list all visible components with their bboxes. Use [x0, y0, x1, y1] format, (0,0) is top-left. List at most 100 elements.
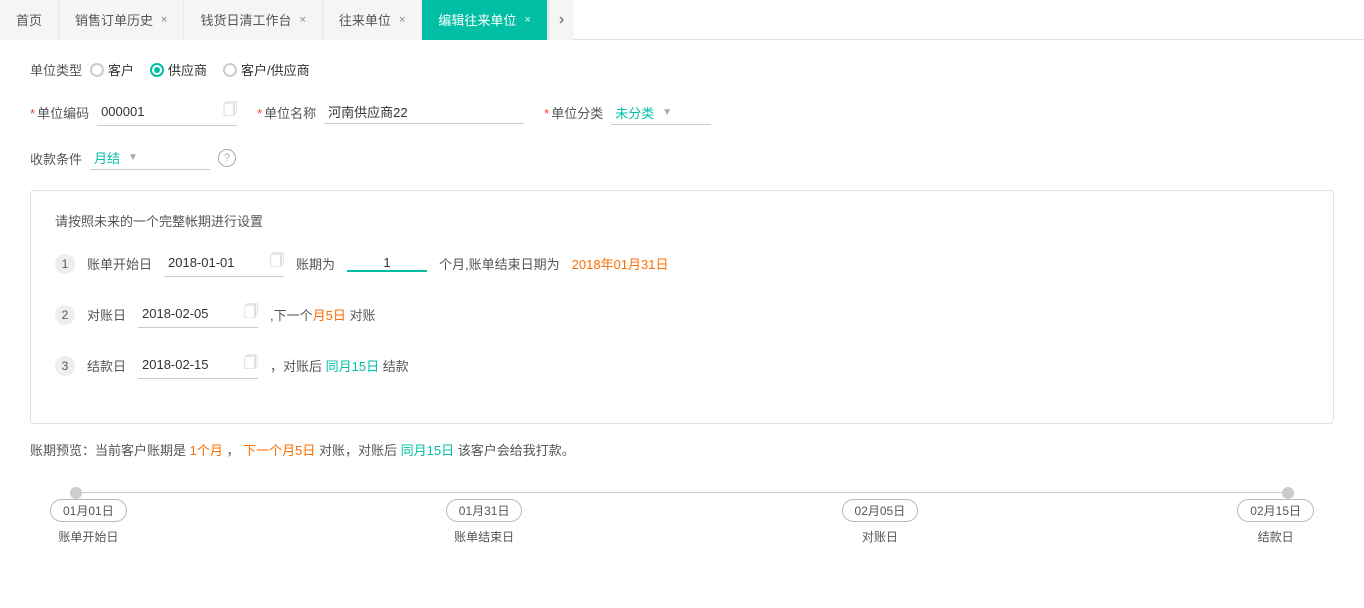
unit-type-row: 单位类型 客户 供应商 客户/供应商 — [30, 60, 1334, 79]
step-1-date-input[interactable] — [164, 253, 264, 272]
timeline-label-2: 对账日 — [862, 528, 898, 545]
step-3-calendar-icon[interactable]: 🗍 — [244, 352, 258, 376]
timeline-item-3: 02月15日 结款日 — [1237, 483, 1314, 545]
period-box: 请按照未来的一个完整帐期进行设置 1 账单开始日 🗍 账期为 个月,账单结束日期… — [30, 190, 1334, 424]
period-row-1: 1 账单开始日 🗍 账期为 个月,账单结束日期为 2018年01月31日 — [55, 250, 1309, 277]
step-3-date-wrapper: 🗍 — [138, 352, 258, 379]
timeline-item-2: 02月05日 对账日 — [842, 483, 919, 545]
step-2-label: 对账日 — [87, 305, 126, 324]
unit-category-chevron: ▼ — [662, 107, 672, 118]
timeline-spacer-1 — [479, 483, 489, 493]
unit-type-item: 单位类型 客户 供应商 客户/供应商 — [30, 60, 310, 79]
unit-category-item: *单位分类 未分类 ▼ — [544, 101, 711, 125]
radio-supplier-label: 供应商 — [168, 60, 207, 79]
period-row-3: 3 结款日 🗍 ，对账后 同月15日 结款 — [55, 352, 1309, 379]
radio-both-circle — [223, 63, 237, 77]
timeline-item-0: 01月01日 账单开始日 — [50, 483, 127, 545]
radio-both[interactable]: 客户/供应商 — [223, 60, 310, 79]
step-3-date-input[interactable] — [138, 355, 238, 374]
tab-scroll-right[interactable]: › — [548, 0, 574, 40]
preview-part3: 同月15日 — [401, 443, 454, 458]
unit-code-input[interactable] — [97, 102, 217, 121]
tab-home[interactable]: 首页 — [0, 0, 59, 40]
unit-type-radio-group: 客户 供应商 客户/供应商 — [90, 60, 310, 79]
tab-edit-partner-label: 编辑往来单位 — [438, 10, 516, 29]
step-2-desc: ,下一个月5日 对账 — [270, 305, 375, 324]
timeline-container: 01月01日 账单开始日 01月31日 账单结束日 02月05日 对账日 02月… — [30, 483, 1334, 545]
tab-cashflow[interactable]: 钱货日清工作台 × — [184, 0, 322, 40]
timeline-spacer-2 — [875, 483, 885, 493]
unit-code-icon[interactable]: 🗍 — [223, 99, 237, 123]
tab-cashflow-label: 钱货日清工作台 — [200, 10, 291, 29]
timeline-label-0: 账单开始日 — [58, 528, 118, 545]
unit-details-row: *单位编码 🗍 *单位名称 *单位分类 未分类 ▼ — [30, 99, 1334, 126]
step-1-month-suffix: 个月,账单结束日期为 — [439, 254, 560, 273]
tab-edit-partner[interactable]: 编辑往来单位 × — [422, 0, 547, 40]
tab-sales-history-label: 销售订单历史 — [75, 10, 153, 29]
tab-edit-partner-close[interactable]: × — [524, 14, 530, 26]
tabs-bar: 首页 销售订单历史 × 钱货日清工作台 × 往来单位 × 编辑往来单位 × › — [0, 0, 1364, 40]
unit-name-input-wrapper — [324, 102, 524, 124]
timeline-tag-1: 01月31日 — [446, 499, 523, 522]
tab-sales-history[interactable]: 销售订单历史 × — [59, 0, 184, 40]
tab-cashflow-close[interactable]: × — [299, 14, 305, 26]
timeline-label-1: 账单结束日 — [454, 528, 514, 545]
unit-category-value: 未分类 — [615, 103, 654, 122]
timeline-item-1: 01月31日 账单结束日 — [446, 483, 523, 545]
step-1-calendar-icon[interactable]: 🗍 — [270, 250, 284, 274]
step-1-num: 1 — [55, 254, 75, 274]
payment-terms-value: 月结 — [94, 148, 120, 167]
timeline-tag-3: 02月15日 — [1237, 499, 1314, 522]
tab-partner-label: 往来单位 — [339, 10, 391, 29]
step-1-date-wrapper: 🗍 — [164, 250, 284, 277]
tab-home-label: 首页 — [16, 10, 42, 29]
step-2-date-input[interactable] — [138, 304, 238, 323]
preview-middle2: 对账，对账后 — [319, 443, 397, 458]
radio-customer-label: 客户 — [108, 60, 134, 79]
unit-name-star: * — [257, 106, 262, 121]
payment-terms-select[interactable]: 月结 ▼ — [90, 146, 210, 170]
preview-part1: 1个月 — [190, 443, 223, 458]
preview-part2: 下一个月5日 — [243, 443, 315, 458]
unit-category-star: * — [544, 106, 549, 121]
preview-section: 账期预览：当前客户账期是 1个月 ， 下一个月5日 对账，对账后 同月15日 该… — [30, 440, 1334, 459]
period-box-title: 请按照未来的一个完整帐期进行设置 — [55, 211, 1309, 230]
step-3-desc: ，对账后 同月15日 结款 — [270, 356, 409, 375]
step-2-date-wrapper: 🗍 — [138, 301, 258, 328]
step-2-num: 2 — [55, 305, 75, 325]
timeline-spacer-3 — [1271, 483, 1281, 493]
unit-type-label: 单位类型 — [30, 60, 82, 79]
payment-terms-item: 收款条件 月结 ▼ ? — [30, 146, 236, 170]
unit-name-input[interactable] — [324, 102, 524, 121]
unit-code-label: *单位编码 — [30, 103, 89, 122]
step-3-label: 结款日 — [87, 356, 126, 375]
step-1-months-input[interactable] — [347, 255, 427, 272]
unit-category-label: *单位分类 — [544, 103, 603, 122]
radio-supplier-circle — [150, 63, 164, 77]
payment-terms-chevron: ▼ — [128, 152, 138, 163]
preview-prefix: 账期预览：当前客户账期是 — [30, 443, 186, 458]
tab-partner[interactable]: 往来单位 × — [323, 0, 422, 40]
step-1-label: 账单开始日 — [87, 254, 152, 273]
timeline-tag-2: 02月05日 — [842, 499, 919, 522]
timeline-items: 01月01日 账单开始日 01月31日 账单结束日 02月05日 对账日 02月… — [50, 483, 1314, 545]
timeline-tag-0: 01月01日 — [50, 499, 127, 522]
preview-middle: ， — [227, 443, 240, 458]
help-icon[interactable]: ? — [218, 149, 236, 167]
tab-sales-history-close[interactable]: × — [161, 14, 167, 26]
payment-terms-label: 收款条件 — [30, 149, 82, 168]
unit-code-input-wrapper: 🗍 — [97, 99, 237, 126]
unit-category-select[interactable]: 未分类 ▼ — [611, 101, 711, 125]
unit-name-item: *单位名称 — [257, 102, 524, 124]
radio-supplier[interactable]: 供应商 — [150, 60, 207, 79]
timeline-spacer-0 — [83, 483, 93, 493]
radio-both-label: 客户/供应商 — [241, 60, 310, 79]
step-3-num: 3 — [55, 356, 75, 376]
page-content: 单位类型 客户 供应商 客户/供应商 *单位编码 — [0, 40, 1364, 608]
radio-customer[interactable]: 客户 — [90, 60, 134, 79]
step-2-calendar-icon[interactable]: 🗍 — [244, 301, 258, 325]
timeline-label-3: 结款日 — [1258, 528, 1294, 545]
unit-name-label: *单位名称 — [257, 103, 316, 122]
tab-partner-close[interactable]: × — [399, 14, 405, 26]
radio-customer-circle — [90, 63, 104, 77]
